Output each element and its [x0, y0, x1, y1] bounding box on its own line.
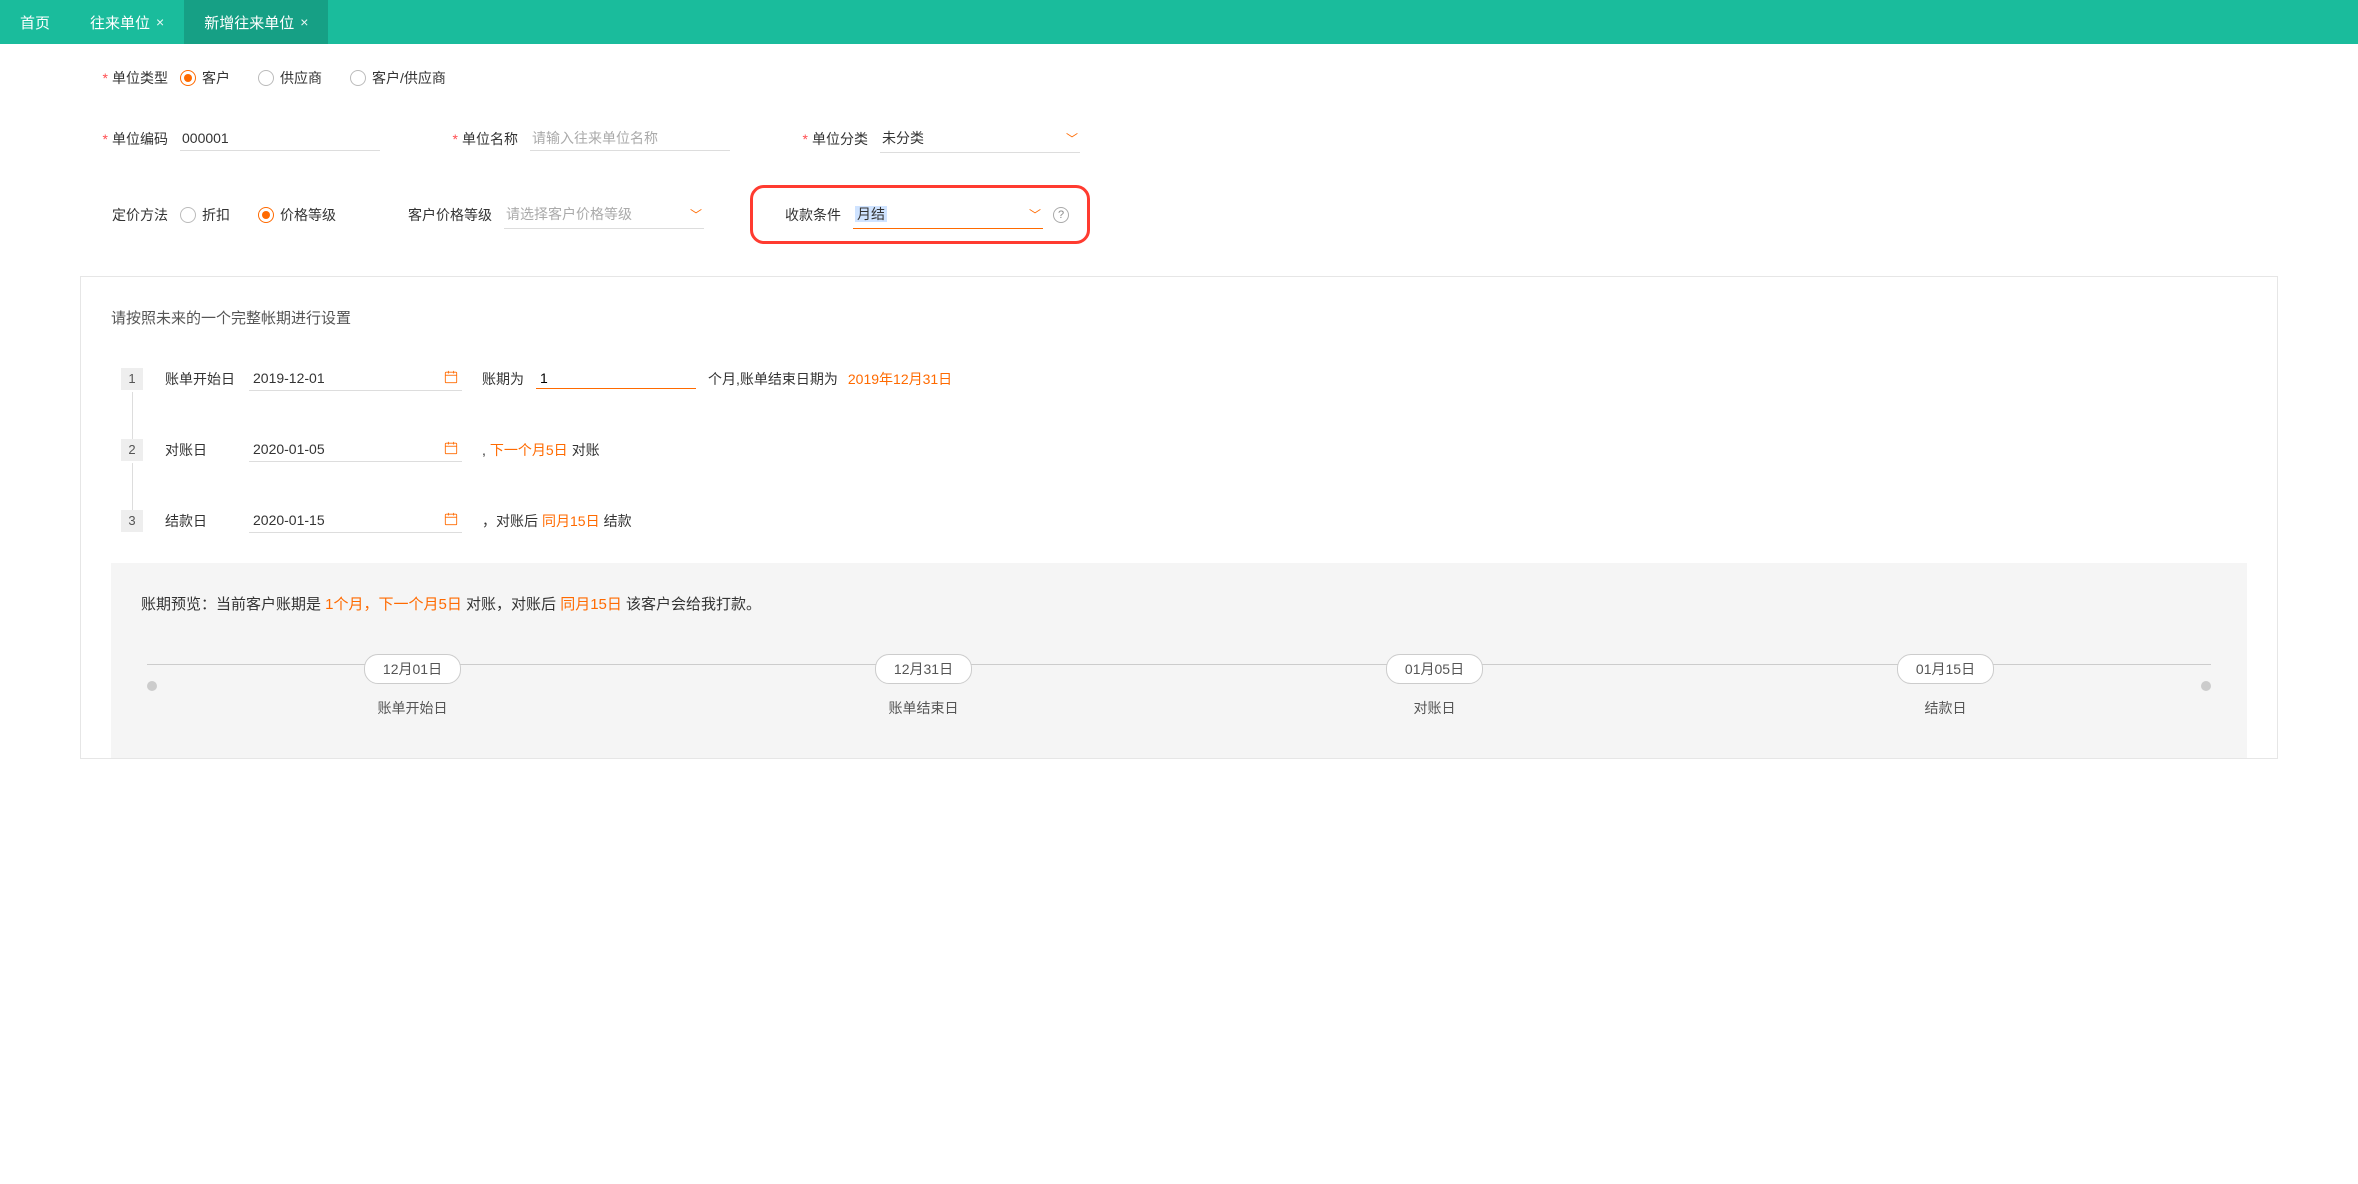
step-number-icon: 2 [121, 439, 143, 461]
unit-name-input[interactable] [530, 126, 730, 151]
radio-both[interactable]: 客户/供应商 [350, 68, 446, 88]
step-text: 账期为 [482, 369, 524, 389]
panel-title: 请按照未来的一个完整帐期进行设置 [111, 307, 2247, 328]
pricing-method-label: 定价方法 [80, 205, 180, 225]
timeline-caption: 账单开始日 [378, 698, 448, 718]
step-label: 结款日 [165, 511, 249, 531]
radio-icon [350, 70, 366, 86]
calendar-icon[interactable] [444, 512, 458, 529]
timeline-node: 01月05日 对账日 [1179, 654, 1690, 718]
timeline-date: 12月01日 [364, 654, 461, 684]
tab-add-contact[interactable]: 新增往来单位× [184, 0, 328, 44]
chevron-down-icon: ﹀ [1066, 130, 1078, 147]
timeline-caption: 对账日 [1414, 698, 1456, 718]
step-text: 个月,账单结束日期为 [708, 369, 838, 389]
tab-contacts-list[interactable]: 往来单位× [70, 0, 184, 44]
step-bill-start: 1 账单开始日 账期为 个月,账单结束日期为 2019年12月31日 [121, 366, 2247, 391]
unit-code-input[interactable] [180, 126, 380, 151]
preview-sentence: 账期预览：当前客户账期是 1个月，下一个月5日 对账，对账后 同月15日 该客户… [141, 593, 2217, 614]
timeline-node: 12月31日 账单结束日 [668, 654, 1179, 718]
step-reconcile: 2 对账日 , 下一个月5日 对账 [121, 437, 2247, 462]
unit-code-label: 单位编码 [80, 129, 180, 149]
radio-price-level[interactable]: 价格等级 [258, 205, 336, 225]
payment-condition-select[interactable]: 月结 ﹀ [853, 200, 1043, 229]
radio-supplier[interactable]: 供应商 [258, 68, 322, 88]
bill-start-date-input[interactable] [249, 366, 462, 391]
calendar-icon[interactable] [444, 441, 458, 458]
radio-discount[interactable]: 折扣 [180, 205, 230, 225]
step-settle: 3 结款日 ，对账后 同月15日 结款 [121, 508, 2247, 533]
radio-icon [180, 70, 196, 86]
timeline-date: 01月15日 [1897, 654, 1994, 684]
step-label: 对账日 [165, 440, 249, 460]
settle-date-input[interactable] [249, 508, 462, 533]
bill-end-date-text: 2019年12月31日 [848, 369, 952, 389]
payment-condition-highlight: 收款条件 月结 ﹀ ? [750, 185, 1090, 244]
step-text: , [482, 442, 486, 458]
step-text: ，对账后 [482, 511, 538, 531]
step-text-highlight: 下一个月5日 [490, 440, 568, 460]
timeline-node: 01月15日 结款日 [1690, 654, 2201, 718]
step-text-highlight: 同月15日 [542, 511, 600, 531]
customer-price-level-select[interactable]: 请选择客户价格等级 ﹀ [504, 200, 704, 229]
unit-type-radio-group: 客户 供应商 客户/供应商 [180, 68, 446, 88]
tab-bar: 首页 往来单位× 新增往来单位× [0, 0, 2358, 44]
unit-category-label: 单位分类 [790, 129, 880, 149]
unit-name-label: 单位名称 [440, 129, 530, 149]
timeline-caption: 结款日 [1925, 698, 1967, 718]
step-number-icon: 1 [121, 368, 143, 390]
radio-icon [180, 207, 196, 223]
timeline-caption: 账单结束日 [889, 698, 959, 718]
timeline-endpoint [147, 681, 157, 691]
close-icon[interactable]: × [156, 14, 164, 30]
unit-type-label: 单位类型 [80, 68, 180, 88]
calendar-icon[interactable] [444, 370, 458, 387]
step-number-icon: 3 [121, 510, 143, 532]
customer-price-level-label: 客户价格等级 [394, 205, 504, 225]
timeline-date: 12月31日 [875, 654, 972, 684]
radio-icon [258, 70, 274, 86]
period-months-input[interactable] [536, 368, 696, 389]
close-icon[interactable]: × [300, 14, 308, 30]
reconcile-date-input[interactable] [249, 437, 462, 462]
billing-period-panel: 请按照未来的一个完整帐期进行设置 1 账单开始日 账期为 个月,账单结束日期为 … [80, 276, 2278, 759]
step-text: 对账 [572, 440, 600, 460]
step-label: 账单开始日 [165, 369, 249, 389]
period-preview: 账期预览：当前客户账期是 1个月，下一个月5日 对账，对账后 同月15日 该客户… [111, 563, 2247, 758]
unit-category-select[interactable]: 未分类 ﹀ [880, 124, 1080, 153]
radio-icon [258, 207, 274, 223]
step-text: 结款 [604, 511, 632, 531]
radio-customer[interactable]: 客户 [180, 68, 230, 88]
tab-home[interactable]: 首页 [0, 0, 70, 44]
payment-condition-label: 收款条件 [763, 205, 853, 225]
timeline: 12月01日 账单开始日 12月31日 账单结束日 01月05日 对账日 01月… [141, 654, 2217, 718]
chevron-down-icon: ﹀ [1029, 206, 1041, 223]
timeline-endpoint [2201, 681, 2211, 691]
timeline-node: 12月01日 账单开始日 [157, 654, 668, 718]
help-icon[interactable]: ? [1053, 207, 1069, 223]
timeline-date: 01月05日 [1386, 654, 1483, 684]
chevron-down-icon: ﹀ [690, 206, 702, 223]
